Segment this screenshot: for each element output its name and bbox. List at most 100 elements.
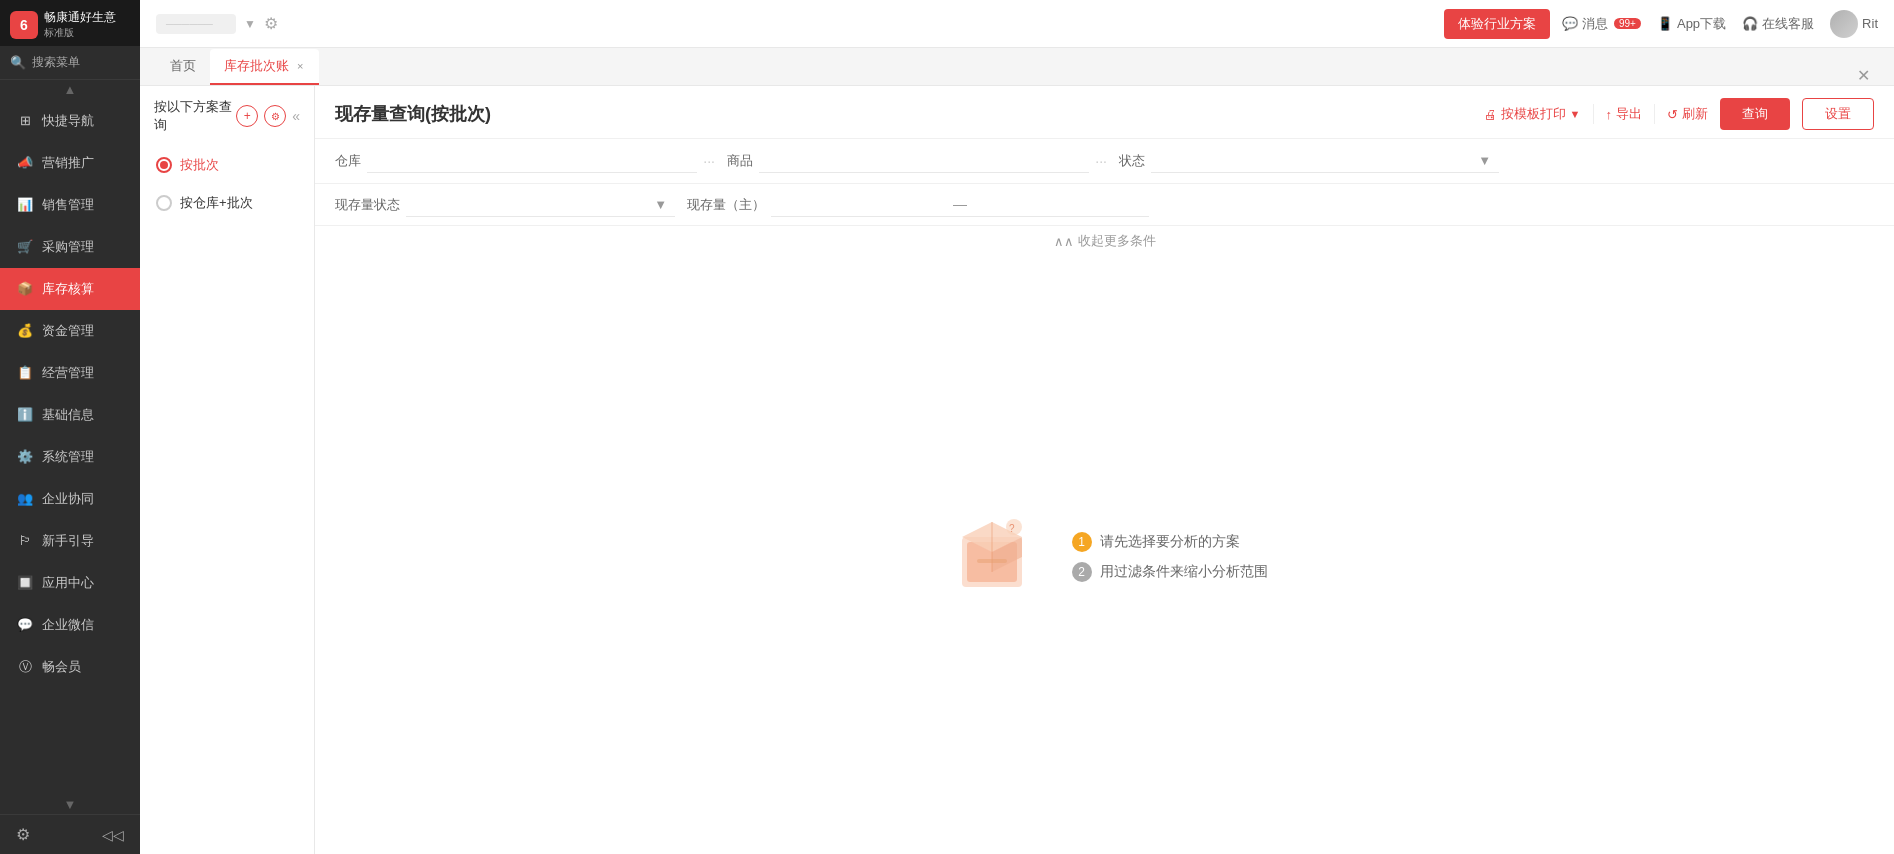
- sidebar-item-marketing[interactable]: 📣 营销推广: [0, 142, 140, 184]
- action-divider-1: [1593, 104, 1594, 124]
- action-divider-2: [1654, 104, 1655, 124]
- tab-inventory-batch-label: 库存批次账: [224, 57, 289, 75]
- sidebar-item-sales[interactable]: 📊 销售管理: [0, 184, 140, 226]
- sidebar-item-app-center[interactable]: 🔲 应用中心: [0, 562, 140, 604]
- scroll-down-btn[interactable]: ▼: [0, 794, 140, 814]
- filter-option-by-warehouse-batch[interactable]: 按仓库+批次: [140, 184, 314, 222]
- refresh-label: 刷新: [1682, 105, 1708, 123]
- status-label: 状态: [1119, 152, 1145, 170]
- sidebar-item-finance[interactable]: 💰 资金管理: [0, 310, 140, 352]
- stock-amount-from[interactable]: [771, 197, 947, 212]
- stock-status-field: 现存量状态 ▼: [335, 193, 675, 217]
- stock-status-label: 现存量状态: [335, 196, 400, 214]
- topbar-nav: ────── ▼ ⚙: [156, 14, 788, 34]
- sidebar-header: 6 畅康通好生意 标准版: [0, 0, 140, 46]
- tip-text-1: 请先选择要分析的方案: [1100, 533, 1240, 551]
- tab-home[interactable]: 首页: [156, 49, 210, 85]
- range-divider: —: [953, 196, 967, 212]
- sidebar-item-quick-nav[interactable]: ⊞ 快捷导航: [0, 100, 140, 142]
- refresh-btn[interactable]: ↺ 刷新: [1667, 105, 1708, 123]
- sidebar-item-system[interactable]: ⚙️ 系统管理: [0, 436, 140, 478]
- print-dropdown-chevron[interactable]: ▼: [1570, 108, 1581, 120]
- filter-panel-title-text: 按以下方案查询: [154, 98, 236, 134]
- collapse-sidebar-btn[interactable]: ◁◁: [102, 827, 124, 843]
- product-label: 商品: [727, 152, 753, 170]
- message-badge: 99+: [1614, 18, 1641, 29]
- add-scheme-btn[interactable]: +: [236, 105, 258, 127]
- tab-home-label: 首页: [170, 57, 196, 75]
- nav-label-inventory: 库存核算: [42, 280, 94, 298]
- print-btn[interactable]: 🖨 按模板打印 ▼: [1484, 105, 1581, 123]
- vip-icon: Ⓥ: [16, 658, 34, 676]
- filter-option-by-batch[interactable]: 按批次: [140, 146, 314, 184]
- sidebar-item-member[interactable]: Ⓥ 畅会员: [0, 646, 140, 688]
- query-area: 现存量查询(按批次) 🖨 按模板打印 ▼ ↑ 导出 ↺ 刷: [315, 86, 1894, 854]
- sidebar-item-purchase[interactable]: 🛒 采购管理: [0, 226, 140, 268]
- grid-icon: ⊞: [16, 112, 34, 130]
- stock-amount-label: 现存量（主）: [687, 196, 765, 214]
- page-title: 现存量查询(按批次): [335, 102, 491, 126]
- search-menu[interactable]: 🔍 搜索菜单: [0, 46, 140, 80]
- nav-label-wechat: 企业微信: [42, 616, 94, 634]
- sidebar-item-basic[interactable]: ℹ️ 基础信息: [0, 394, 140, 436]
- collapse-more-btn[interactable]: ∧∧ 收起更多条件: [1054, 232, 1156, 250]
- nav-label-basic: 基础信息: [42, 406, 94, 424]
- page-header-actions: 🖨 按模板打印 ▼ ↑ 导出 ↺ 刷新 查询 设置: [1484, 98, 1874, 130]
- user-info[interactable]: Rit: [1830, 10, 1878, 38]
- nav-label-collab: 企业协同: [42, 490, 94, 508]
- nav-label-system: 系统管理: [42, 448, 94, 466]
- sidebar-item-collab[interactable]: 👥 企业协同: [0, 478, 140, 520]
- flag-icon: 🏳: [16, 532, 34, 550]
- product-more-icon[interactable]: ···: [1095, 153, 1107, 169]
- sidebar-item-wechat[interactable]: 💬 企业微信: [0, 604, 140, 646]
- sidebar-footer: ⚙ ◁◁: [0, 814, 140, 854]
- settings-scheme-btn[interactable]: ⚙: [264, 105, 286, 127]
- experience-btn[interactable]: 体验行业方案: [1444, 9, 1550, 39]
- stock-amount-to[interactable]: [973, 197, 1149, 212]
- stock-status-select[interactable]: ▼: [406, 193, 675, 217]
- topbar: ────── ▼ ⚙ 体验行业方案 💬 消息 99+ 📱 App下载 🎧 在线客…: [140, 0, 1894, 48]
- stock-amount-field: 现存量（主） —: [687, 192, 1027, 217]
- refresh-icon: ↺: [1667, 107, 1678, 122]
- file-icon: 📋: [16, 364, 34, 382]
- tab-inventory-batch[interactable]: 库存批次账 ×: [210, 49, 319, 85]
- nav-label-app-center: 应用中心: [42, 574, 94, 592]
- app-subtitle: 标准版: [44, 26, 116, 40]
- product-input[interactable]: [759, 149, 1089, 173]
- print-icon: 🖨: [1484, 107, 1497, 122]
- export-label: 导出: [1616, 105, 1642, 123]
- close-panel-x[interactable]: ✕: [1849, 66, 1878, 85]
- nav-label-guide: 新手引导: [42, 532, 94, 550]
- collapse-filter-btn[interactable]: «: [292, 108, 300, 124]
- online-service-btn[interactable]: 🎧 在线客服: [1742, 15, 1814, 33]
- filter-panel: 按以下方案查询 + ⚙ « 按批次 按仓库+批次: [140, 86, 315, 854]
- settings-icon[interactable]: ⚙: [16, 825, 30, 844]
- nav-label-marketing: 营销推广: [42, 154, 94, 172]
- sidebar-item-inventory[interactable]: 📦 库存核算: [0, 268, 140, 310]
- tip-text-2: 用过滤条件来缩小分析范围: [1100, 563, 1268, 581]
- warehouse-field: 仓库 ···: [335, 149, 715, 173]
- warehouse-more-icon[interactable]: ···: [703, 153, 715, 169]
- scroll-up-btn[interactable]: ▲: [0, 80, 140, 100]
- stock-amount-range: —: [771, 192, 1149, 217]
- query-btn[interactable]: 查询: [1720, 98, 1790, 130]
- tab-close-btn[interactable]: ×: [295, 60, 305, 72]
- status-select[interactable]: ▼: [1151, 149, 1499, 173]
- sidebar-item-guide[interactable]: 🏳 新手引导: [0, 520, 140, 562]
- empty-content: ? 1 请先选择要分析的方案 2 用过滤条件来缩小分析范围: [942, 507, 1268, 607]
- phone-icon: 📱: [1657, 16, 1673, 31]
- export-btn[interactable]: ↑ 导出: [1606, 105, 1643, 123]
- filter-panel-title: 按以下方案查询 + ⚙ «: [140, 86, 314, 142]
- box-icon: 📦: [16, 280, 34, 298]
- app-download-btn[interactable]: 📱 App下载: [1657, 15, 1726, 33]
- search-icon: 🔍: [10, 55, 26, 70]
- message-btn[interactable]: 💬 消息 99+: [1562, 15, 1641, 33]
- settings-topbar-icon[interactable]: ⚙: [264, 14, 278, 33]
- collapse-row: ∧∧ 收起更多条件: [315, 226, 1894, 260]
- empty-tips: 1 请先选择要分析的方案 2 用过滤条件来缩小分析范围: [1072, 532, 1268, 582]
- sidebar-item-operations[interactable]: 📋 经营管理: [0, 352, 140, 394]
- radio-by-warehouse-batch: [156, 195, 172, 211]
- settings-btn[interactable]: 设置: [1802, 98, 1874, 130]
- warehouse-input[interactable]: [367, 149, 697, 173]
- nav-label-member: 畅会员: [42, 658, 81, 676]
